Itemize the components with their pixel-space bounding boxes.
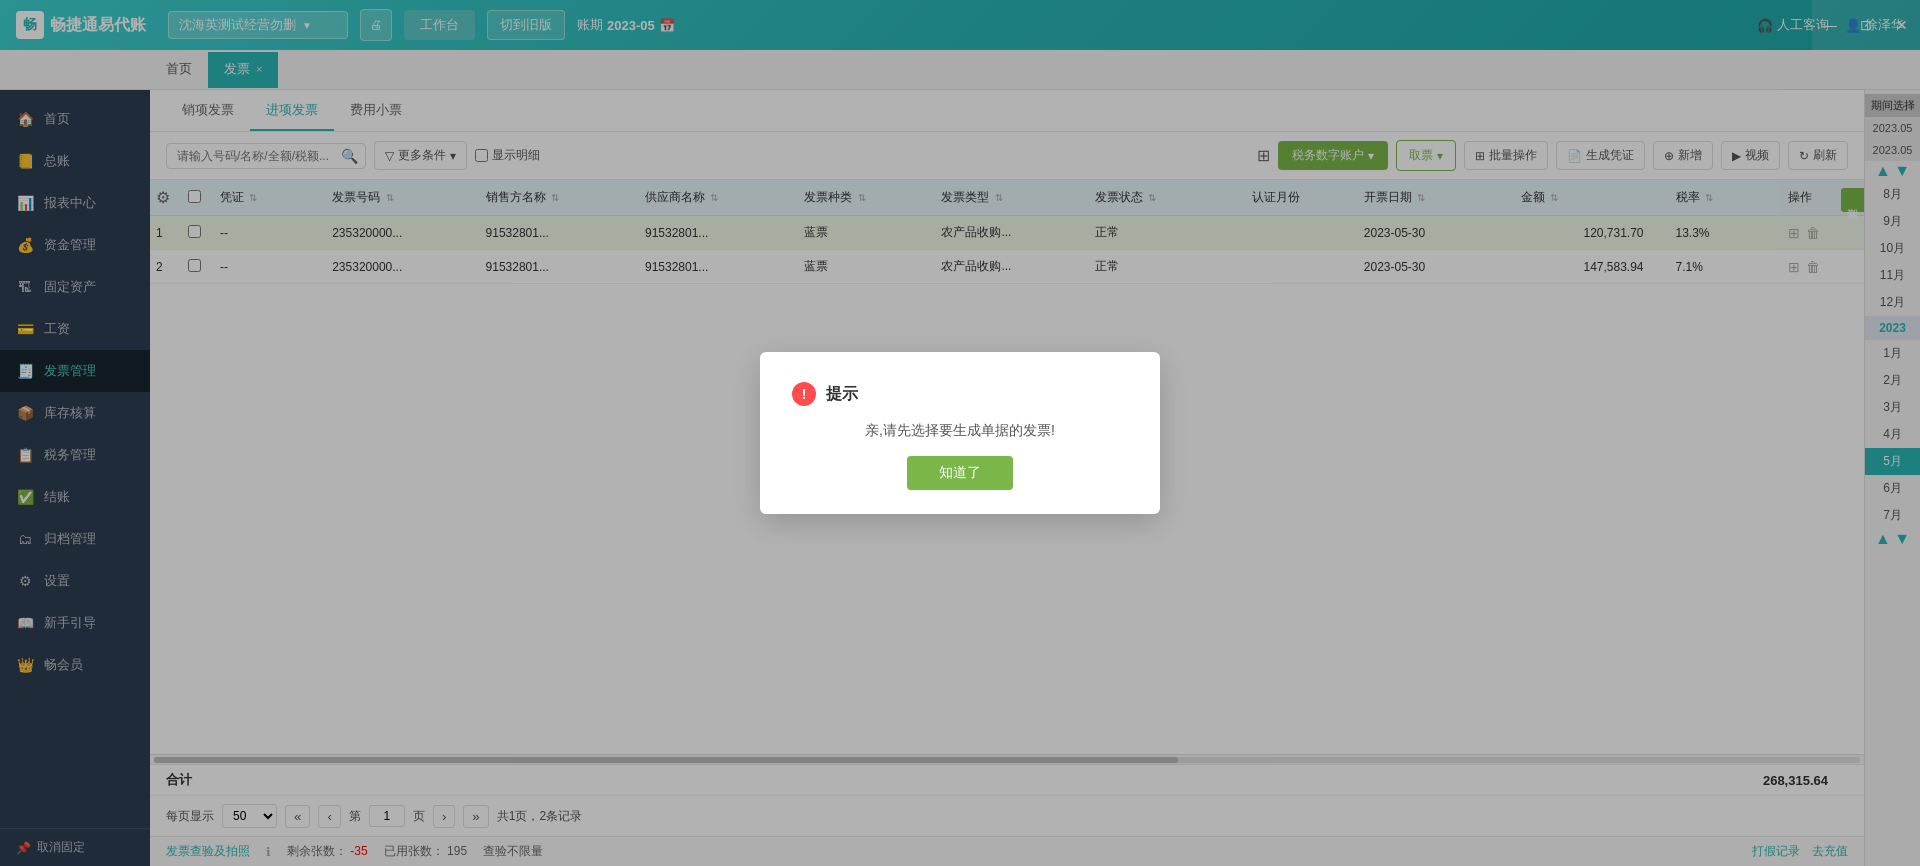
dialog-message: 亲,请先选择要生成单据的发票! — [792, 422, 1128, 440]
dialog-box: ! 提示 亲,请先选择要生成单据的发票! 知道了 — [760, 352, 1160, 514]
dialog-overlay: ! 提示 亲,请先选择要生成单据的发票! 知道了 — [0, 0, 1920, 866]
dialog-warning-icon: ! — [792, 382, 816, 406]
dialog-title: 提示 — [826, 384, 858, 405]
dialog-title-row: ! 提示 — [792, 382, 1128, 406]
dialog-confirm-button[interactable]: 知道了 — [907, 456, 1013, 490]
